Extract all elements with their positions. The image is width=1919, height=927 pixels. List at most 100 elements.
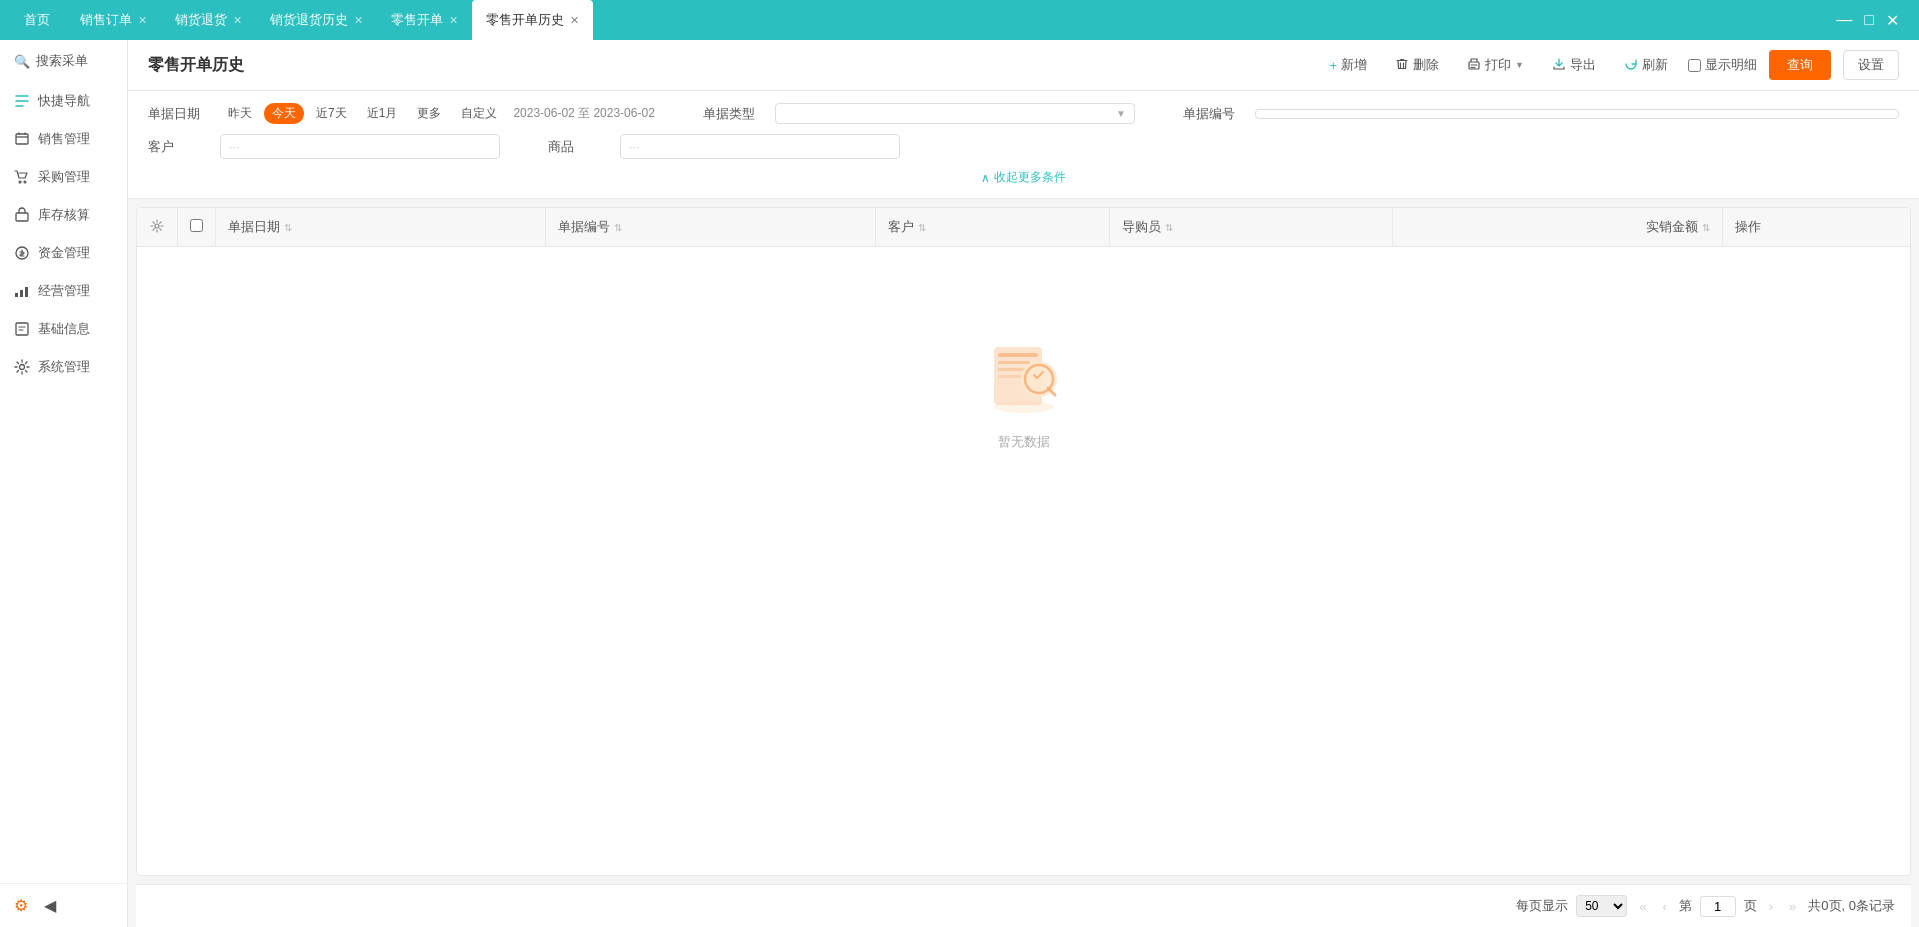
show-detail-input[interactable] <box>1688 59 1701 72</box>
query-button[interactable]: 查询 <box>1769 50 1831 80</box>
toolbar-add-btn[interactable]: + 新增 <box>1321 52 1375 78</box>
sidebar-item-inventory-label: 库存核算 <box>38 206 90 224</box>
th-settings[interactable] <box>137 208 177 247</box>
toolbar-print-btn[interactable]: 打印 ▼ <box>1459 52 1532 78</box>
win-minimize[interactable]: — <box>1836 11 1852 30</box>
page-next-btn[interactable]: › <box>1765 897 1777 916</box>
inventory-icon <box>14 207 30 223</box>
show-detail-checkbox[interactable]: 显示明细 <box>1688 56 1757 74</box>
date-btn-more[interactable]: 更多 <box>409 103 449 124</box>
sidebar-item-finance[interactable]: 资金管理 <box>0 234 127 272</box>
tab-sales-order[interactable]: 销售订单 ✕ <box>66 0 161 40</box>
th-checkbox[interactable] <box>177 208 215 247</box>
sidebar-item-purchase-mgmt[interactable]: 采购管理 <box>0 158 127 196</box>
tab-retail-open[interactable]: 零售开单 ✕ <box>377 0 472 40</box>
th-action-label: 操作 <box>1735 219 1761 234</box>
goods-input-dots: ··· <box>629 139 640 154</box>
operations-icon <box>14 283 30 299</box>
sidebar-item-sales-mgmt[interactable]: 销售管理 <box>0 120 127 158</box>
toolbar: + 新增 删除 打印 ▼ <box>1321 50 1899 80</box>
date-btn-1month[interactable]: 近1月 <box>359 103 406 124</box>
type-filter-select[interactable]: ▼ <box>775 103 1135 124</box>
add-label: 新增 <box>1341 56 1367 74</box>
th-number-sort-icon: ⇅ <box>614 222 622 233</box>
toolbar-refresh-btn[interactable]: 刷新 <box>1616 52 1676 78</box>
date-btn-custom[interactable]: 自定义 <box>453 103 505 124</box>
page-label-pre: 第 <box>1679 897 1692 915</box>
th-date-sort-icon: ⇅ <box>284 222 292 233</box>
sidebar-search[interactable]: 🔍 搜索采单 <box>0 40 127 82</box>
per-page-label: 每页显示 <box>1516 897 1568 915</box>
th-number[interactable]: 单据编号 ⇅ <box>545 208 875 247</box>
main-layout: 🔍 搜索采单 快捷导航 销售管理 采购管理 库存核算 <box>0 40 1919 927</box>
sidebar-item-sys-mgmt[interactable]: 系统管理 <box>0 348 127 386</box>
tab-retail-open-history[interactable]: 零售开单历史 ✕ <box>472 0 593 40</box>
sidebar-item-quick-nav-label: 快捷导航 <box>38 92 90 110</box>
tab-sales-order-label: 销售订单 <box>80 11 132 29</box>
tab-home-label: 首页 <box>24 11 50 29</box>
page-title: 零售开单历史 <box>148 55 244 76</box>
th-amount[interactable]: 实销金额 ⇅ <box>1392 208 1722 247</box>
page-size-select[interactable]: 50 10 20 100 <box>1576 895 1627 917</box>
sidebar-item-quick-nav[interactable]: 快捷导航 <box>0 82 127 120</box>
tab-sales-return-history[interactable]: 销货退货历史 ✕ <box>256 0 377 40</box>
th-date[interactable]: 单据日期 ⇅ <box>215 208 545 247</box>
sidebar-item-operations-label: 经营管理 <box>38 282 90 300</box>
tab-sales-return[interactable]: 销货退货 ✕ <box>161 0 256 40</box>
toolbar-export-btn[interactable]: 导出 <box>1544 52 1604 78</box>
sidebar-settings-btn[interactable]: ⚙ <box>14 896 28 915</box>
refresh-label: 刷新 <box>1642 56 1668 74</box>
th-salesperson[interactable]: 导购员 ⇅ <box>1110 208 1392 247</box>
tab-sales-return-close[interactable]: ✕ <box>233 14 242 27</box>
th-customer[interactable]: 客户 ⇅ <box>876 208 1110 247</box>
page-last-btn[interactable]: » <box>1785 897 1800 916</box>
sidebar: 🔍 搜索采单 快捷导航 销售管理 采购管理 库存核算 <box>0 40 128 927</box>
finance-icon <box>14 245 30 261</box>
tab-sales-return-history-close[interactable]: ✕ <box>354 14 363 27</box>
collapse-conditions-btn[interactable]: ∧ 收起更多条件 <box>148 169 1899 186</box>
page-header: 零售开单历史 + 新增 删除 打印 ▼ <box>128 40 1919 91</box>
sidebar-item-operations[interactable]: 经营管理 <box>0 272 127 310</box>
tab-home[interactable]: 首页 <box>8 0 66 40</box>
empty-icon <box>974 327 1074 417</box>
sidebar-search-label: 搜索采单 <box>36 52 88 70</box>
tab-retail-open-history-label: 零售开单历史 <box>486 11 564 29</box>
date-btn-today[interactable]: 今天 <box>264 103 304 124</box>
page-number-input[interactable] <box>1700 896 1736 917</box>
sidebar-item-base-info[interactable]: 基础信息 <box>0 310 127 348</box>
th-customer-label: 客户 <box>888 218 914 236</box>
win-maximize[interactable]: □ <box>1864 11 1874 30</box>
select-all-checkbox[interactable] <box>190 219 203 232</box>
print-dropdown-icon[interactable]: ▼ <box>1515 60 1524 70</box>
toolbar-delete-btn[interactable]: 删除 <box>1387 52 1447 78</box>
number-filter-input[interactable] <box>1255 109 1899 119</box>
svg-rect-7 <box>25 287 28 297</box>
content-area: 零售开单历史 + 新增 删除 打印 ▼ <box>128 40 1919 927</box>
page-first-btn[interactable]: « <box>1635 897 1650 916</box>
svg-point-2 <box>24 181 26 183</box>
customer-input-dots: ··· <box>229 139 240 154</box>
empty-text: 暂无数据 <box>998 433 1050 451</box>
page-prev-btn[interactable]: ‹ <box>1658 897 1670 916</box>
setting-button[interactable]: 设置 <box>1843 50 1899 80</box>
sidebar-item-finance-label: 资金管理 <box>38 244 90 262</box>
export-icon <box>1552 57 1566 74</box>
svg-rect-0 <box>16 134 28 144</box>
date-btn-yesterday[interactable]: 昨天 <box>220 103 260 124</box>
th-salesperson-label: 导购员 <box>1122 218 1161 236</box>
print-icon <box>1467 57 1481 74</box>
pagination: 每页显示 50 10 20 100 « ‹ 第 页 › » 共0页, 0条记录 <box>136 884 1911 927</box>
th-amount-label: 实销金额 <box>1646 218 1698 236</box>
date-btn-7days[interactable]: 近7天 <box>308 103 355 124</box>
tab-retail-open-history-close[interactable]: ✕ <box>570 14 579 27</box>
empty-state: 暂无数据 <box>137 247 1910 531</box>
tab-sales-order-close[interactable]: ✕ <box>138 14 147 27</box>
win-close[interactable]: ✕ <box>1886 11 1899 30</box>
sidebar-item-inventory[interactable]: 库存核算 <box>0 196 127 234</box>
customer-filter-input[interactable]: ··· <box>220 134 500 159</box>
tab-retail-open-close[interactable]: ✕ <box>449 14 458 27</box>
svg-point-11 <box>155 224 159 228</box>
goods-filter-input[interactable]: ··· <box>620 134 900 159</box>
tab-bar: 首页 销售订单 ✕ 销货退货 ✕ 销货退货历史 ✕ 零售开单 ✕ 零售开单历史 … <box>0 0 1919 40</box>
sidebar-collapse-btn[interactable]: ◀ <box>44 896 56 915</box>
